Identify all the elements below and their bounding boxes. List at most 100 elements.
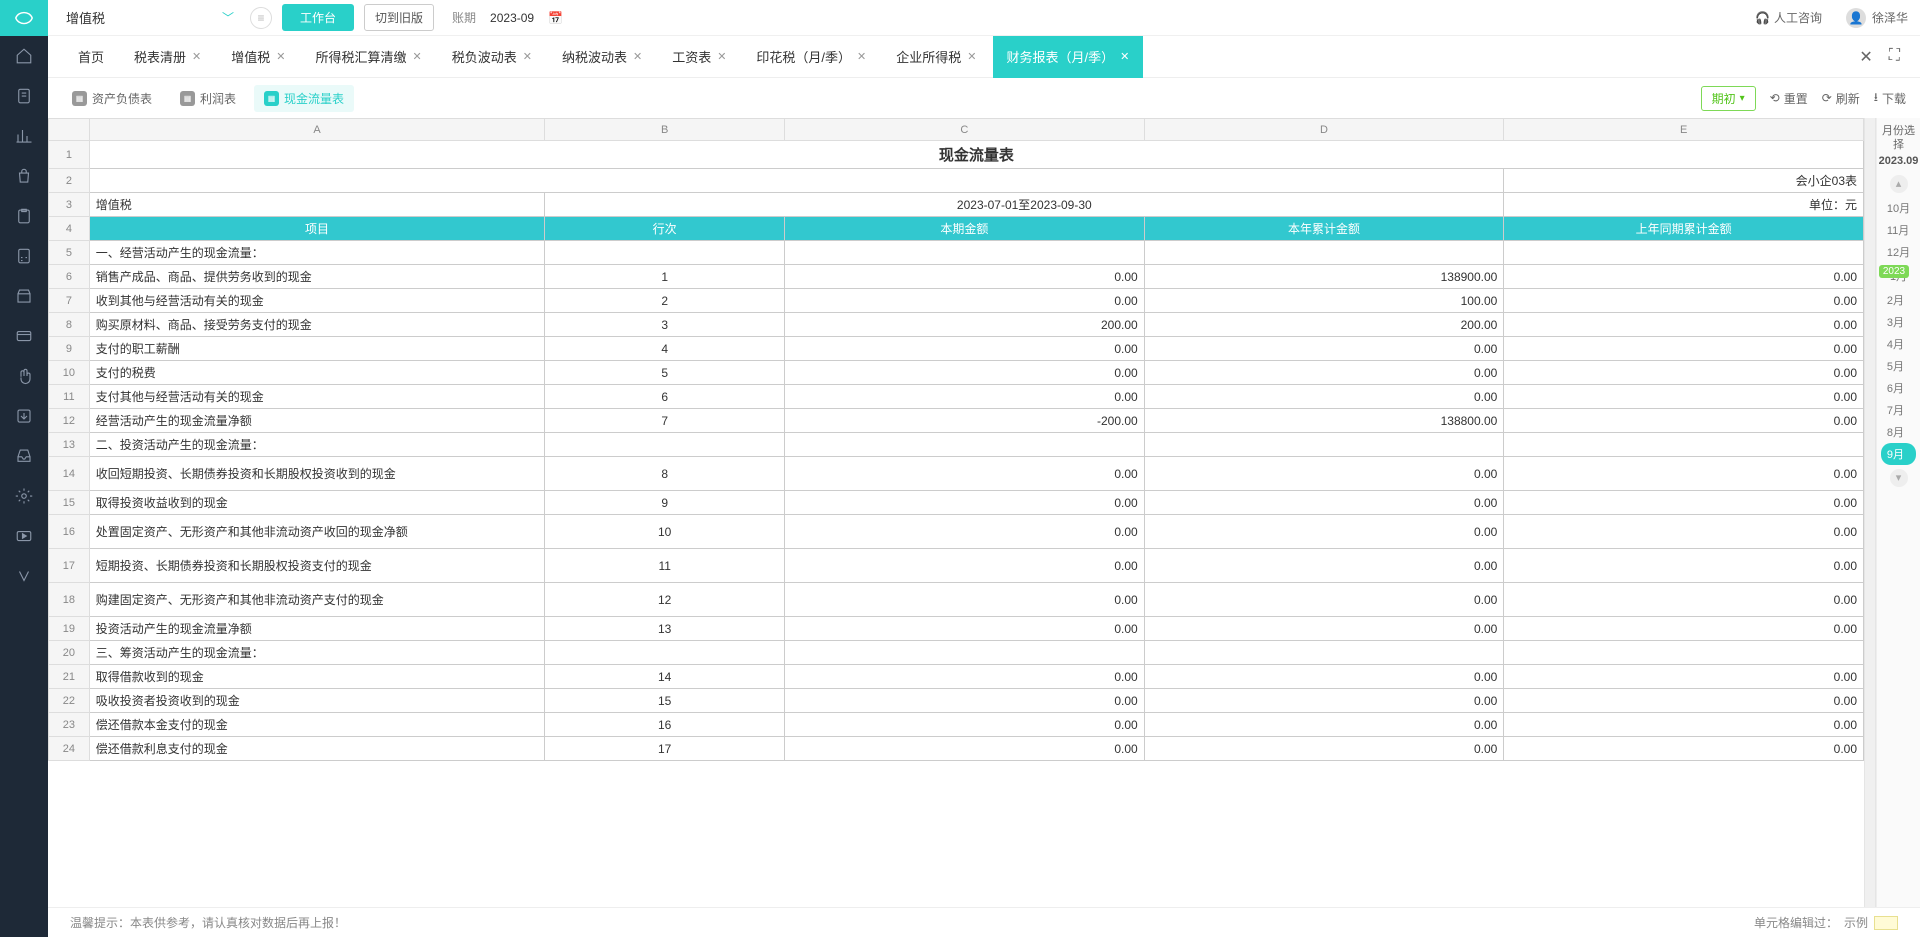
line-cell[interactable]: 16 <box>545 713 785 737</box>
cur-cell[interactable]: 0.00 <box>785 337 1145 361</box>
month-5月[interactable]: 5月 <box>1881 355 1916 377</box>
cur-cell[interactable]: 0.00 <box>785 457 1145 491</box>
nav-card-icon[interactable] <box>0 316 48 356</box>
scroll-up-icon[interactable]: ▴ <box>1890 175 1908 193</box>
item-cell[interactable]: 二、投资活动产生的现金流量： <box>89 433 545 457</box>
item-cell[interactable]: 取得借款收到的现金 <box>89 665 545 689</box>
nav-clip-icon[interactable] <box>0 196 48 236</box>
line-cell[interactable] <box>545 641 785 665</box>
row-20[interactable]: 20 <box>49 641 90 665</box>
logo[interactable] <box>0 0 48 36</box>
item-cell[interactable]: 偿还借款本金支付的现金 <box>89 713 545 737</box>
close-icon[interactable]: ✕ <box>857 50 866 63</box>
py-cell[interactable]: 0.00 <box>1504 665 1864 689</box>
fullscreen-icon[interactable]: ⛶ <box>1885 43 1904 71</box>
month-4月[interactable]: 4月 <box>1881 333 1916 355</box>
row-21[interactable]: 21 <box>49 665 90 689</box>
row-16[interactable]: 16 <box>49 515 90 549</box>
close-icon[interactable]: ✕ <box>1120 50 1129 63</box>
py-cell[interactable]: 0.00 <box>1504 713 1864 737</box>
nav-doc-icon[interactable] <box>0 76 48 116</box>
row-10[interactable]: 10 <box>49 361 90 385</box>
month-8月[interactable]: 8月 <box>1881 421 1916 443</box>
month-2月[interactable]: 2月 <box>1881 289 1916 311</box>
ytd-cell[interactable]: 0.00 <box>1144 617 1504 641</box>
py-cell[interactable]: 0.00 <box>1504 289 1864 313</box>
month-10月[interactable]: 10月 <box>1881 197 1916 219</box>
item-cell[interactable]: 三、筹资活动产生的现金流量： <box>89 641 545 665</box>
item-cell[interactable]: 吸收投资者投资收到的现金 <box>89 689 545 713</box>
cur-cell[interactable] <box>785 641 1145 665</box>
cur-cell[interactable]: 0.00 <box>785 689 1145 713</box>
line-cell[interactable]: 12 <box>545 583 785 617</box>
close-icon[interactable]: ✕ <box>276 50 285 63</box>
tab-印花税（月/季）[interactable]: 印花税（月/季）✕ <box>742 36 880 78</box>
close-icon[interactable]: ✕ <box>413 50 422 63</box>
nav-calc-icon[interactable] <box>0 236 48 276</box>
nav-bag-icon[interactable] <box>0 156 48 196</box>
item-cell[interactable]: 短期投资、长期债券投资和长期股权投资支付的现金 <box>89 549 545 583</box>
ytd-cell[interactable]: 200.00 <box>1144 313 1504 337</box>
nav-hand-icon[interactable] <box>0 356 48 396</box>
row-5[interactable]: 5 <box>49 241 90 265</box>
py-cell[interactable]: 0.00 <box>1504 583 1864 617</box>
py-cell[interactable]: 0.00 <box>1504 313 1864 337</box>
month-12月[interactable]: 12月 <box>1881 241 1916 263</box>
close-icon[interactable]: ✕ <box>717 50 726 63</box>
workbench-button[interactable]: 工作台 <box>282 4 354 31</box>
py-cell[interactable]: 0.00 <box>1504 409 1864 433</box>
item-cell[interactable]: 经营活动产生的现金流量净额 <box>89 409 545 433</box>
company-dropdown[interactable]: 增值税 ﹀ <box>60 6 240 29</box>
row-8[interactable]: 8 <box>49 313 90 337</box>
month-6月[interactable]: 6月 <box>1881 377 1916 399</box>
tab-税负波动表[interactable]: 税负波动表✕ <box>438 36 546 78</box>
tab-企业所得税[interactable]: 企业所得税✕ <box>882 36 990 78</box>
close-icon[interactable]: ✕ <box>633 50 642 63</box>
user-menu[interactable]: 👤 徐泽华 <box>1846 8 1908 28</box>
ytd-cell[interactable]: 138900.00 <box>1144 265 1504 289</box>
cur-cell[interactable]: -200.00 <box>785 409 1145 433</box>
py-cell[interactable] <box>1504 433 1864 457</box>
row-22[interactable]: 22 <box>49 689 90 713</box>
row-11[interactable]: 11 <box>49 385 90 409</box>
py-cell[interactable]: 0.00 <box>1504 491 1864 515</box>
py-cell[interactable]: 0.00 <box>1504 515 1864 549</box>
ytd-cell[interactable]: 0.00 <box>1144 361 1504 385</box>
py-cell[interactable]: 0.00 <box>1504 265 1864 289</box>
line-cell[interactable]: 11 <box>545 549 785 583</box>
ytd-cell[interactable]: 0.00 <box>1144 515 1504 549</box>
ytd-cell[interactable]: 0.00 <box>1144 337 1504 361</box>
item-cell[interactable]: 购建固定资产、无形资产和其他非流动资产支付的现金 <box>89 583 545 617</box>
month-9月[interactable]: 9月 <box>1881 443 1916 465</box>
ytd-cell[interactable]: 0.00 <box>1144 491 1504 515</box>
tab-工资表[interactable]: 工资表✕ <box>658 36 740 78</box>
ytd-cell[interactable]: 0.00 <box>1144 665 1504 689</box>
cur-cell[interactable]: 0.00 <box>785 491 1145 515</box>
cur-cell[interactable]: 0.00 <box>785 289 1145 313</box>
py-cell[interactable]: 0.00 <box>1504 617 1864 641</box>
cur-cell[interactable]: 0.00 <box>785 515 1145 549</box>
cur-cell[interactable]: 0.00 <box>785 549 1145 583</box>
nav-export-icon[interactable] <box>0 396 48 436</box>
ytd-cell[interactable]: 0.00 <box>1144 713 1504 737</box>
tab-纳税波动表[interactable]: 纳税波动表✕ <box>548 36 656 78</box>
row-14[interactable]: 14 <box>49 457 90 491</box>
row-17[interactable]: 17 <box>49 549 90 583</box>
col-B[interactable]: B <box>545 119 785 141</box>
subtab-利润表[interactable]: ▦利润表 <box>170 85 246 112</box>
line-cell[interactable]: 7 <box>545 409 785 433</box>
item-cell[interactable]: 支付的职工薪酬 <box>89 337 545 361</box>
initial-button[interactable]: 期初 ▾ <box>1701 86 1756 111</box>
switch-old-button[interactable]: 切到旧版 <box>364 4 434 31</box>
download-button[interactable]: ⭳下载 <box>1874 88 1906 109</box>
cur-cell[interactable]: 0.00 <box>785 583 1145 617</box>
cur-cell[interactable]: 0.00 <box>785 617 1145 641</box>
refresh-button[interactable]: ⟳刷新 <box>1822 90 1860 107</box>
ytd-cell[interactable]: 0.00 <box>1144 549 1504 583</box>
item-cell[interactable]: 支付其他与经营活动有关的现金 <box>89 385 545 409</box>
py-cell[interactable]: 0.00 <box>1504 385 1864 409</box>
ytd-cell[interactable]: 0.00 <box>1144 385 1504 409</box>
row-13[interactable]: 13 <box>49 433 90 457</box>
ytd-cell[interactable] <box>1144 241 1504 265</box>
calendar-icon[interactable]: 📅 <box>548 11 563 25</box>
